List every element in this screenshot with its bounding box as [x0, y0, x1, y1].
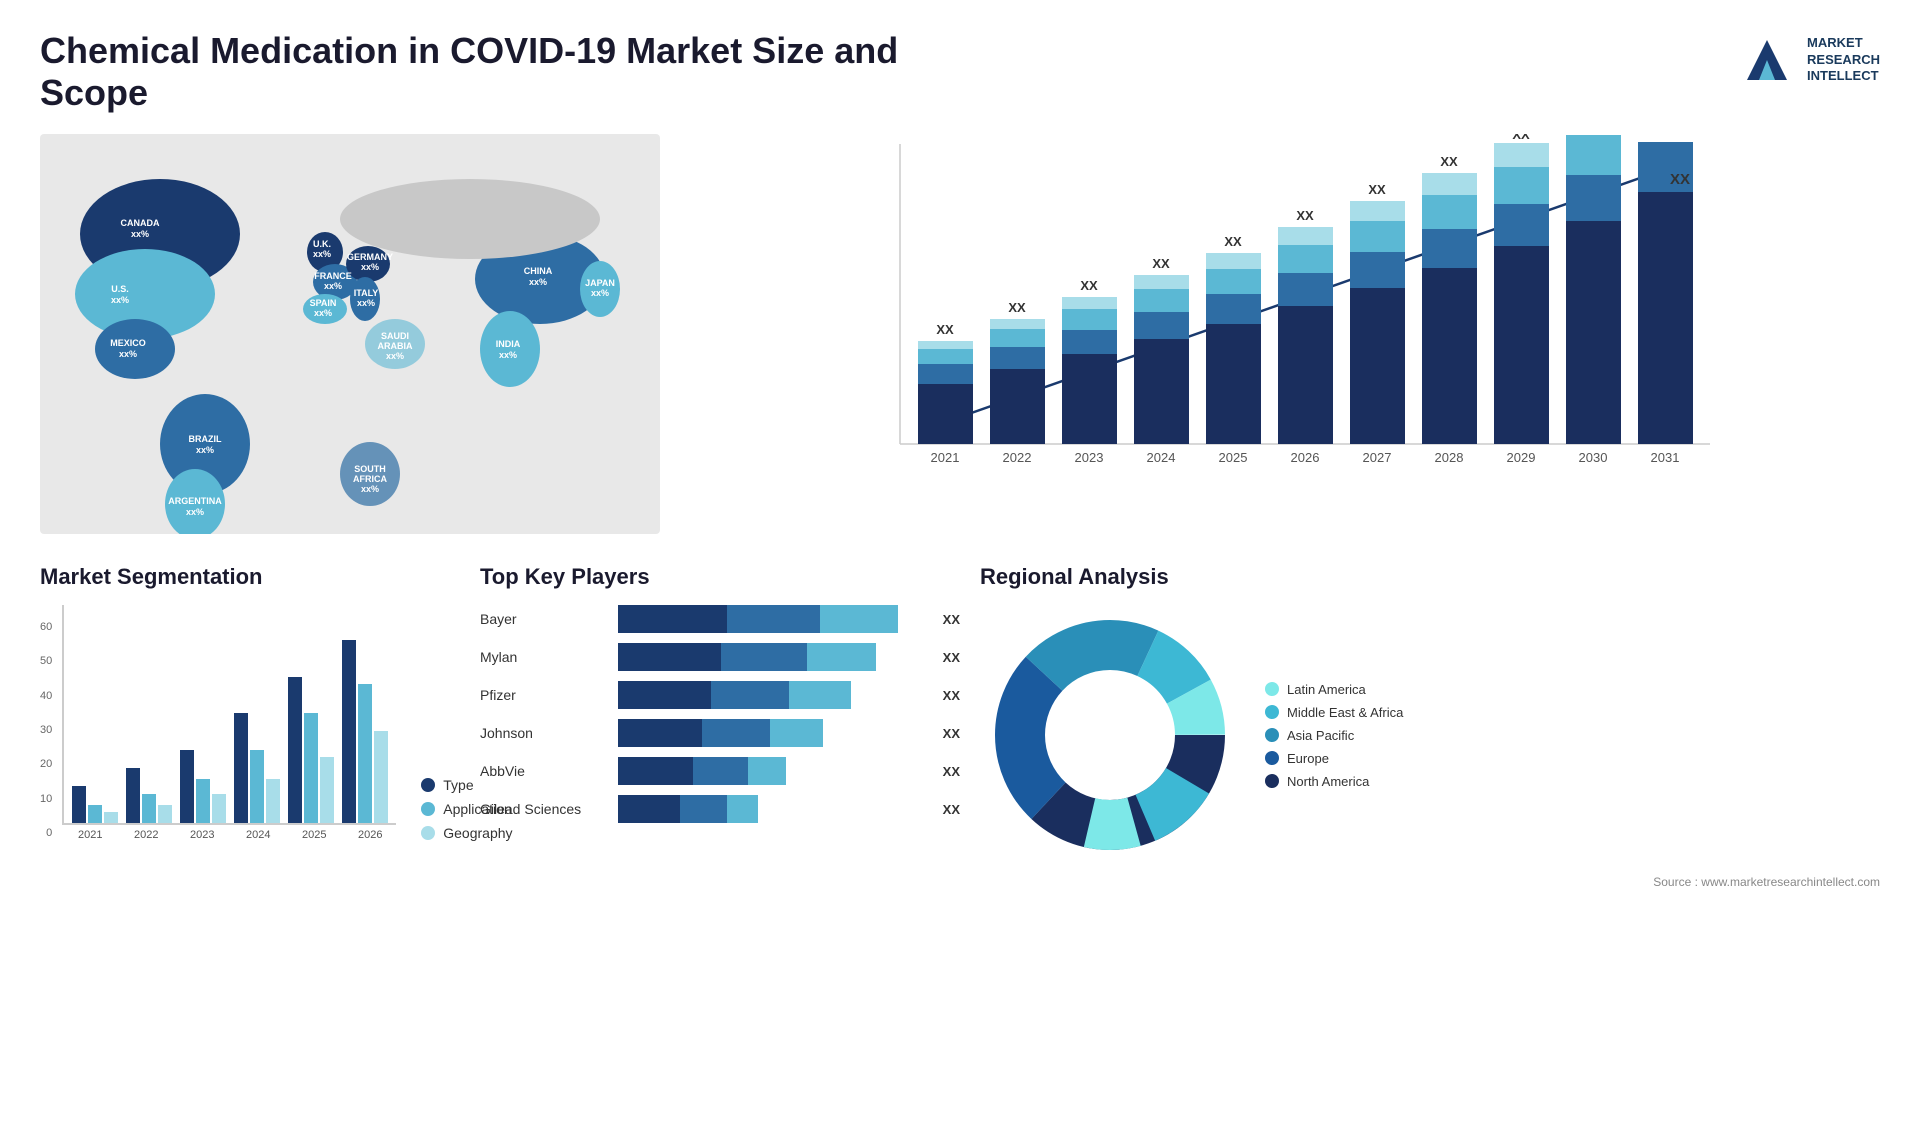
segmentation-section: Market Segmentation 60 50 40 30 20 10 0: [40, 564, 460, 889]
svg-text:XX: XX: [1224, 234, 1242, 249]
player-abbvie: AbbVie XX: [480, 757, 960, 785]
svg-text:SAUDI: SAUDI: [381, 331, 409, 341]
svg-text:XX: XX: [1368, 182, 1386, 197]
svg-text:XX: XX: [1670, 171, 1690, 188]
svg-text:XX: XX: [1440, 154, 1458, 169]
svg-text:2023: 2023: [1075, 450, 1104, 465]
svg-text:xx%: xx%: [111, 295, 129, 305]
svg-text:2030: 2030: [1579, 450, 1608, 465]
svg-text:xx%: xx%: [131, 229, 149, 239]
key-players-section: Top Key Players Bayer XX Mylan XX Pfizer: [480, 564, 960, 889]
source-text: Source : www.marketresearchintellect.com: [980, 875, 1880, 889]
svg-text:xx%: xx%: [313, 249, 331, 259]
svg-text:AFRICA: AFRICA: [353, 474, 387, 484]
north-america-dot: [1265, 774, 1279, 788]
svg-text:XX: XX: [1512, 134, 1530, 142]
svg-text:ITALY: ITALY: [354, 288, 379, 298]
logo-text: MARKET RESEARCH INTELLECT: [1807, 35, 1880, 86]
svg-text:2022: 2022: [1003, 450, 1032, 465]
legend-middle-east-africa: Middle East & Africa: [1265, 705, 1403, 720]
europe-dot: [1265, 751, 1279, 765]
logo: MARKET RESEARCH INTELLECT: [1737, 30, 1880, 90]
svg-text:XX: XX: [1080, 278, 1098, 293]
latin-america-dot: [1265, 682, 1279, 696]
svg-text:XX: XX: [1152, 256, 1170, 271]
player-mylan: Mylan XX: [480, 643, 960, 671]
svg-text:BRAZIL: BRAZIL: [189, 434, 222, 444]
growth-bar-chart: XX 2021 XX 2022 XX 2023: [690, 134, 1880, 534]
donut-chart: [980, 605, 1240, 865]
svg-text:xx%: xx%: [186, 507, 204, 517]
segmentation-title: Market Segmentation: [40, 564, 460, 590]
players-title: Top Key Players: [480, 564, 960, 590]
player-gilead: Gilead Sciences XX: [480, 795, 960, 823]
svg-text:XX: XX: [936, 322, 954, 337]
asia-pacific-dot: [1265, 728, 1279, 742]
page-header: Chemical Medication in COVID-19 Market S…: [40, 30, 1880, 114]
svg-text:SOUTH: SOUTH: [354, 464, 386, 474]
svg-text:ARGENTINA: ARGENTINA: [168, 496, 222, 506]
svg-text:CANADA: CANADA: [121, 218, 160, 228]
type-dot: [421, 778, 435, 792]
svg-text:xx%: xx%: [324, 281, 342, 291]
svg-text:xx%: xx%: [357, 298, 375, 308]
geography-dot: [421, 826, 435, 840]
middle-east-dot: [1265, 705, 1279, 719]
svg-text:2021: 2021: [931, 450, 960, 465]
regional-legend: Latin America Middle East & Africa Asia …: [1265, 682, 1403, 789]
legend-europe: Europe: [1265, 751, 1403, 766]
svg-text:xx%: xx%: [196, 445, 214, 455]
svg-text:2031: 2031: [1651, 450, 1680, 465]
player-johnson: Johnson XX: [480, 719, 960, 747]
svg-text:xx%: xx%: [386, 351, 404, 361]
svg-text:ARABIA: ARABIA: [378, 341, 413, 351]
svg-text:XX: XX: [1008, 300, 1026, 315]
world-map: CANADA xx% U.S. xx% MEXICO xx% BRAZIL xx…: [40, 134, 660, 534]
svg-text:2027: 2027: [1363, 450, 1392, 465]
bar-chart-svg: XX 2021 XX 2022 XX 2023: [700, 134, 1880, 514]
svg-text:2024: 2024: [1147, 450, 1176, 465]
svg-text:XX: XX: [1296, 208, 1314, 223]
regional-section: Regional Analysis Lati: [980, 564, 1880, 889]
svg-text:SPAIN: SPAIN: [310, 298, 337, 308]
legend-asia-pacific: Asia Pacific: [1265, 728, 1403, 743]
svg-text:2029: 2029: [1507, 450, 1536, 465]
svg-text:2026: 2026: [1291, 450, 1320, 465]
donut-chart-area: Latin America Middle East & Africa Asia …: [980, 605, 1880, 865]
svg-text:xx%: xx%: [499, 350, 517, 360]
svg-text:xx%: xx%: [361, 262, 379, 272]
top-section: CANADA xx% U.S. xx% MEXICO xx% BRAZIL xx…: [40, 134, 1880, 534]
regional-title: Regional Analysis: [980, 564, 1880, 590]
logo-icon: [1737, 30, 1797, 90]
svg-text:MEXICO: MEXICO: [110, 338, 146, 348]
svg-text:CHINA: CHINA: [524, 266, 553, 276]
svg-text:INDIA: INDIA: [496, 339, 521, 349]
legend-north-america: North America: [1265, 774, 1403, 789]
page-title: Chemical Medication in COVID-19 Market S…: [40, 30, 940, 114]
svg-text:2025: 2025: [1219, 450, 1248, 465]
svg-text:2028: 2028: [1435, 450, 1464, 465]
svg-text:xx%: xx%: [529, 277, 547, 287]
svg-text:xx%: xx%: [314, 308, 332, 318]
player-bayer: Bayer XX: [480, 605, 960, 633]
svg-text:xx%: xx%: [119, 349, 137, 359]
svg-text:xx%: xx%: [361, 484, 379, 494]
svg-text:JAPAN: JAPAN: [585, 278, 615, 288]
svg-text:xx%: xx%: [591, 288, 609, 298]
bottom-section: Market Segmentation 60 50 40 30 20 10 0: [40, 564, 1880, 889]
player-pfizer: Pfizer XX: [480, 681, 960, 709]
application-dot: [421, 802, 435, 816]
svg-text:GERMANY: GERMANY: [347, 252, 393, 262]
legend-latin-america: Latin America: [1265, 682, 1403, 697]
svg-text:U.K.: U.K.: [313, 239, 331, 249]
svg-text:U.S.: U.S.: [111, 284, 129, 294]
svg-text:FRANCE: FRANCE: [314, 271, 352, 281]
